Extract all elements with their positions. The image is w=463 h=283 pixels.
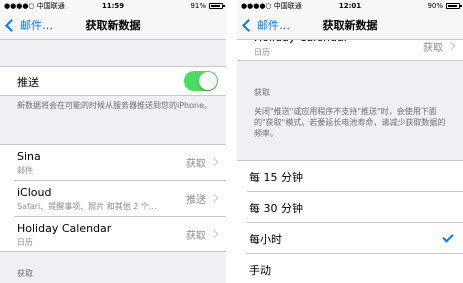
push-label: 推送 — [17, 76, 39, 89]
checkmark-icon — [442, 231, 454, 243]
account-sub: 日历 — [17, 238, 33, 247]
status-bar: ●●●●○ 中国联通 12:01 90% — [237, 0, 463, 12]
push-footer: 新数据将会在可能的时候从服务器推送到您的iPhone。 — [17, 101, 213, 110]
account-detail: 获取 — [186, 159, 206, 170]
option-label: 每 15 分钟 — [249, 171, 303, 184]
battery-icon — [209, 3, 225, 9]
account-name: iCloud — [17, 186, 52, 199]
fetch-option-30min[interactable]: 每 30 分钟 — [237, 192, 463, 222]
battery-percent: 90% — [427, 2, 443, 10]
option-label: 每 30 分钟 — [249, 202, 303, 215]
account-row-icloud[interactable]: iCloud Safari、提醒事项、照片 和其他 2 个... 推送 — [0, 181, 226, 216]
account-name: Holiday Calendar — [17, 222, 112, 235]
push-row: 推送 — [0, 66, 226, 96]
fetch-option-manual[interactable]: 手动 — [237, 254, 463, 283]
chevron-right-icon — [209, 229, 219, 239]
account-detail: 推送 — [186, 195, 206, 206]
account-sub: 邮件 — [17, 166, 33, 175]
nav-bar: 邮件… 获取新数据 — [237, 12, 463, 40]
account-detail: 获取 — [423, 43, 443, 54]
fetch-header: 获取 — [17, 269, 33, 278]
account-detail: 获取 — [186, 231, 206, 242]
option-label: 手动 — [249, 264, 271, 277]
account-name: Sina — [17, 150, 41, 163]
fetch-header: 获取 — [254, 88, 270, 97]
account-row-sina[interactable]: Sina 邮件 获取 — [0, 145, 226, 180]
fetch-option-hourly[interactable]: 每小时 — [237, 223, 463, 253]
left-screen: ●●●●○ 中国联通 11:59 91% 邮件… 获取新数据 推送 新数据将会在… — [0, 0, 226, 283]
chevron-right-icon — [209, 193, 219, 203]
battery-percent: 91% — [190, 2, 206, 10]
page-title: 获取新数据 — [85, 19, 141, 32]
chevron-right-icon — [446, 41, 456, 51]
battery-icon — [446, 3, 462, 9]
fetch-option-15min[interactable]: 每 15 分钟 — [237, 161, 463, 191]
account-sub: 日历 — [254, 48, 270, 57]
account-row-holiday-calendar[interactable]: Holiday Calendar 日历 获取 — [0, 217, 226, 251]
fetch-options-list: 每 15 分钟 每 30 分钟 每小时 手动 — [237, 160, 463, 283]
option-label: 每小时 — [249, 233, 282, 246]
page-title: 获取新数据 — [322, 19, 378, 32]
status-bar: ●●●●○ 中国联通 11:59 91% — [0, 0, 226, 12]
account-sub: Safari、提醒事项、照片 和其他 2 个... — [17, 202, 157, 211]
fetch-footer: 关闭"推送"或应用程序不支持"推送"时，会使用下面的"获取"模式。若要延长电池寿… — [254, 107, 446, 138]
nav-bar: 邮件… 获取新数据 — [0, 12, 226, 40]
push-toggle[interactable] — [184, 71, 218, 91]
right-screen: Holiday Calendar 日历 获取 ●●●●○ 中国联通 12:01 … — [237, 0, 463, 283]
accounts-list: Sina 邮件 获取 iCloud Safari、提醒事项、照片 和其他 2 个… — [0, 144, 226, 252]
chevron-right-icon — [209, 157, 219, 167]
